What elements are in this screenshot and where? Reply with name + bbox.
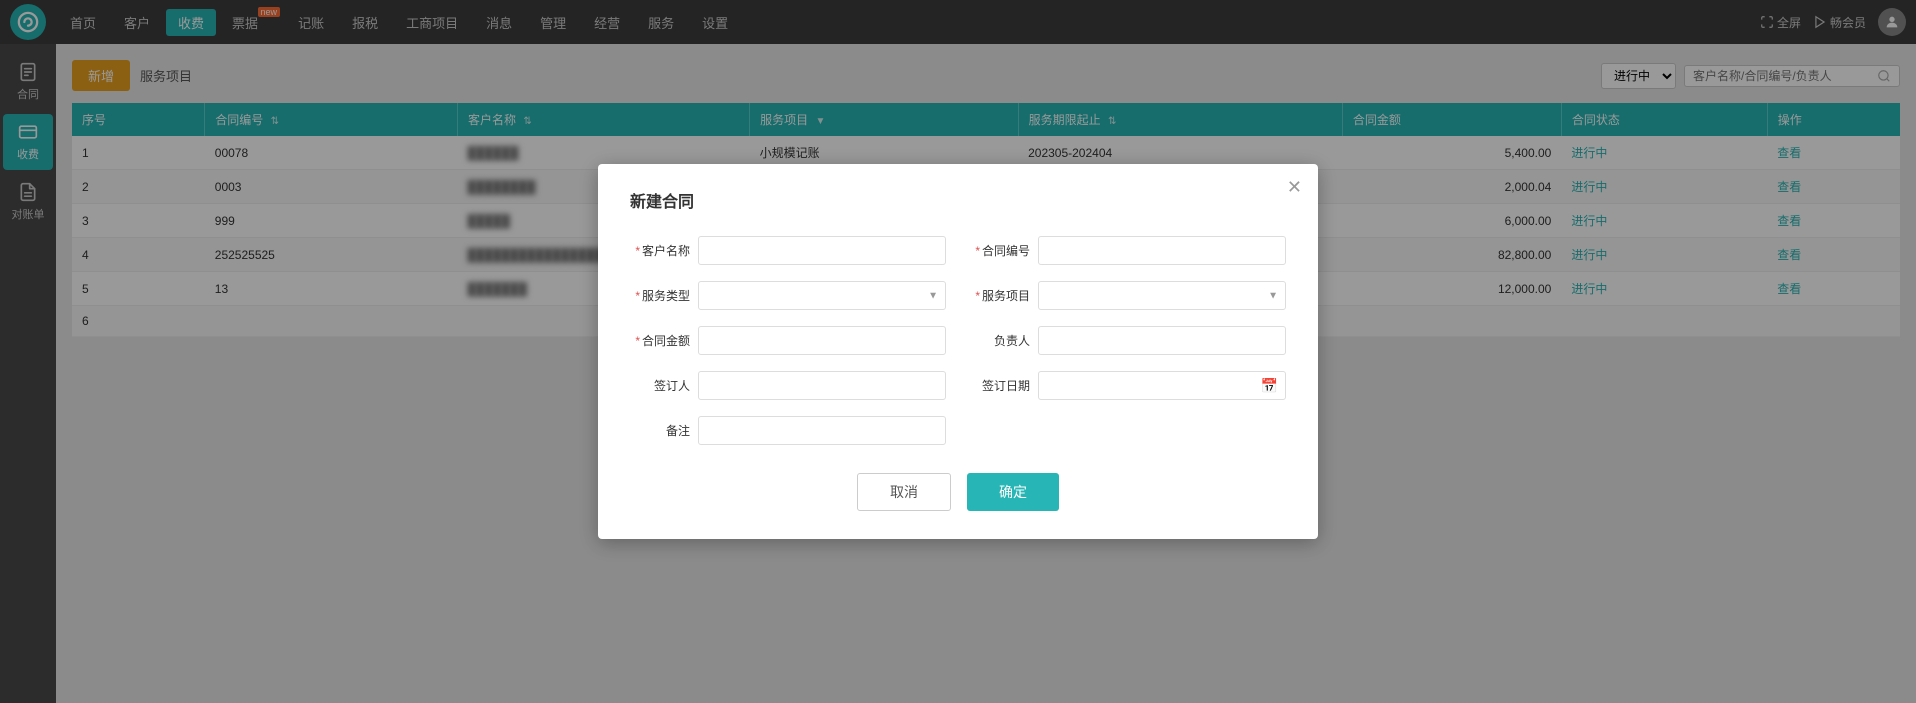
- select-service-project[interactable]: [1038, 281, 1286, 310]
- form-row-2: *服务类型 *服务项目: [630, 281, 1286, 310]
- label-responsible: 负责人: [970, 332, 1030, 349]
- label-signer: 签订人: [630, 377, 690, 394]
- form-row-1: *客户名称 *合同编号: [630, 236, 1286, 265]
- label-customer: *客户名称: [630, 242, 690, 259]
- label-service-type: *服务类型: [630, 287, 690, 304]
- label-sign-date: 签订日期: [970, 377, 1030, 394]
- input-customer[interactable]: [698, 236, 946, 265]
- label-code: *合同编号: [970, 242, 1030, 259]
- date-wrap: 2023-06-06 📅: [1038, 371, 1286, 400]
- select-wrap-service-project: [1038, 281, 1286, 310]
- form-group-customer: *客户名称: [630, 236, 946, 265]
- form-row-3: *合同金额 0.00 负责人: [630, 326, 1286, 355]
- label-remark: 备注: [630, 422, 690, 439]
- form-row-5: 备注: [630, 416, 1286, 445]
- input-code[interactable]: [1038, 236, 1286, 265]
- form-group-sign-date: 签订日期 2023-06-06 📅: [970, 371, 1286, 400]
- modal-title: 新建合同: [630, 188, 1286, 212]
- label-service-project: *服务项目: [970, 287, 1030, 304]
- form-group-signer: 签订人: [630, 371, 946, 400]
- select-service-type[interactable]: [698, 281, 946, 310]
- input-responsible[interactable]: [1038, 326, 1286, 355]
- form-group-responsible: 负责人: [970, 326, 1286, 355]
- input-remark[interactable]: [698, 416, 946, 445]
- select-wrap-service-type: [698, 281, 946, 310]
- confirm-button[interactable]: 确定: [967, 473, 1059, 511]
- form-group-service-type: *服务类型: [630, 281, 946, 310]
- input-sign-date[interactable]: 2023-06-06: [1038, 371, 1286, 400]
- form-group-remark: 备注: [630, 416, 946, 445]
- modal-close-button[interactable]: ✕: [1287, 178, 1302, 196]
- modal-overlay: ✕ 新建合同 *客户名称 *合同编号 *服务类型: [0, 0, 1916, 703]
- form-group-amount: *合同金额 0.00: [630, 326, 946, 355]
- form-group-service-project: *服务项目: [970, 281, 1286, 310]
- modal-footer: 取消 确定: [630, 473, 1286, 511]
- calendar-icon[interactable]: 📅: [1261, 377, 1278, 394]
- input-signer[interactable]: [698, 371, 946, 400]
- label-amount: *合同金额: [630, 332, 690, 349]
- input-amount[interactable]: 0.00: [698, 326, 946, 355]
- cancel-button[interactable]: 取消: [857, 473, 951, 511]
- form-group-code: *合同编号: [970, 236, 1286, 265]
- modal: ✕ 新建合同 *客户名称 *合同编号 *服务类型: [598, 164, 1318, 539]
- form-row-4: 签订人 签订日期 2023-06-06 📅: [630, 371, 1286, 400]
